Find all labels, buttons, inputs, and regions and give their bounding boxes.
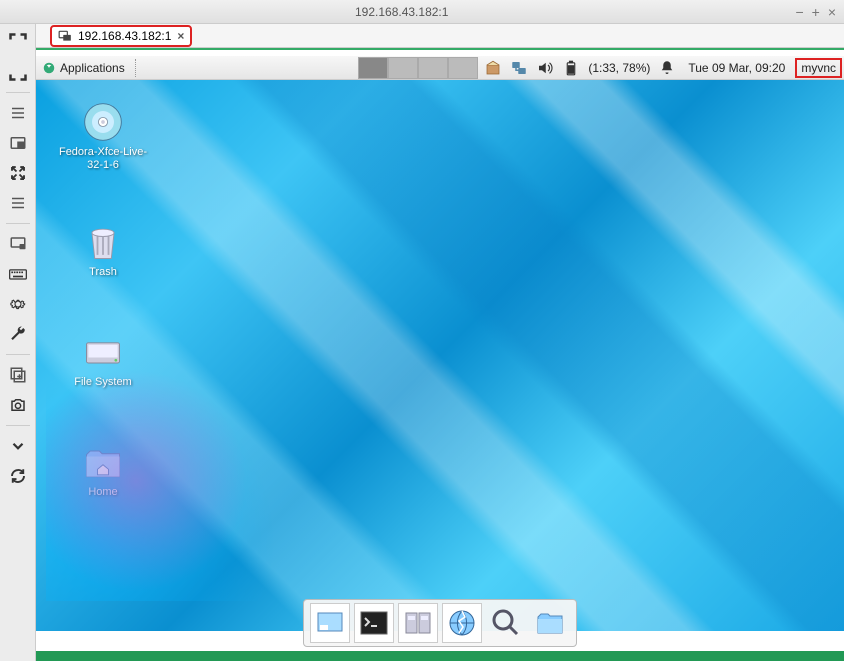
minimize-button[interactable]: − — [795, 4, 803, 20]
expand-icon[interactable] — [4, 159, 32, 187]
maximize-button[interactable]: + — [812, 4, 820, 20]
volume-icon[interactable] — [536, 59, 554, 77]
username-label: myvnc — [801, 61, 836, 75]
window-titlebar: 192.168.43.182:1 − + × — [0, 0, 844, 24]
camera-icon[interactable] — [4, 391, 32, 419]
desktop-icon-label: File System — [74, 376, 131, 389]
drive-icon — [81, 330, 125, 374]
wrench-icon[interactable] — [4, 320, 32, 348]
tab-label: 192.168.43.182:1 — [78, 29, 171, 43]
battery-icon[interactable] — [562, 59, 580, 77]
notification-bell-icon[interactable] — [658, 59, 676, 77]
xfce-dock — [303, 599, 577, 647]
remote-viewport: Applications (1:33, 78%) Tue 09 Mar, 09:… — [36, 50, 844, 651]
close-button[interactable]: × — [828, 4, 836, 20]
fullscreen-corners-bl[interactable] — [4, 58, 32, 86]
window-controls: − + × — [795, 4, 836, 20]
disc-icon — [81, 100, 125, 144]
battery-text: (1:33, 78%) — [588, 61, 650, 75]
menu-icon[interactable] — [4, 99, 32, 127]
dock-app-finder[interactable] — [486, 603, 526, 643]
xfce-logo-icon — [42, 61, 56, 75]
system-tray: (1:33, 78%) Tue 09 Mar, 09:20 — [478, 59, 795, 77]
desktop-icon-fedora-disc[interactable]: Fedora-Xfce-Live-32-1-6 — [58, 100, 148, 172]
vnc-icon — [58, 29, 72, 43]
connection-tab[interactable]: 192.168.43.182:1 × — [50, 25, 192, 47]
workspace-2[interactable] — [388, 57, 418, 79]
dock-web-browser[interactable] — [442, 603, 482, 643]
desktop-icon-label: Trash — [89, 266, 117, 279]
tab-close-button[interactable]: × — [177, 29, 184, 43]
menu-icon-2[interactable] — [4, 189, 32, 217]
folder-home-icon — [81, 440, 125, 484]
network-icon[interactable] — [510, 59, 528, 77]
desktop-icon-trash[interactable]: Trash — [58, 220, 148, 279]
user-menu[interactable]: myvnc — [795, 58, 842, 78]
connection-tabbar: 192.168.43.182:1 × — [36, 24, 844, 48]
applications-menu[interactable]: Applications — [36, 61, 131, 75]
desktop-icon-label: Home — [88, 486, 117, 499]
dock-show-desktop[interactable] — [310, 603, 350, 643]
gear-icon[interactable] — [4, 290, 32, 318]
workspace-1[interactable] — [358, 57, 388, 79]
window-title: 192.168.43.182:1 — [8, 5, 795, 19]
trash-icon — [81, 220, 125, 264]
workspace-switcher[interactable] — [358, 57, 478, 79]
package-update-icon[interactable] — [484, 59, 502, 77]
refresh-icon[interactable] — [4, 462, 32, 490]
workspace-3[interactable] — [418, 57, 448, 79]
desktop-icon-label: Fedora-Xfce-Live-32-1-6 — [58, 146, 148, 172]
dock-folder[interactable] — [530, 603, 570, 643]
workspace-4[interactable] — [448, 57, 478, 79]
clock[interactable]: Tue 09 Mar, 09:20 — [684, 61, 789, 75]
xfce-top-panel: Applications (1:33, 78%) Tue 09 Mar, 09:… — [36, 56, 844, 80]
viewer-sidebar — [0, 24, 36, 661]
monitor-icon[interactable] — [4, 230, 32, 258]
add-layer-icon[interactable] — [4, 361, 32, 389]
picture-in-picture-icon[interactable] — [4, 129, 32, 157]
applications-label: Applications — [60, 61, 125, 75]
chevron-down-icon[interactable] — [4, 432, 32, 460]
host-wallpaper: Applications (1:33, 78%) Tue 09 Mar, 09:… — [36, 48, 844, 661]
dock-file-manager[interactable] — [398, 603, 438, 643]
remote-desktop[interactable]: Fedora-Xfce-Live-32-1-6 Trash File Syste… — [36, 80, 844, 631]
keyboard-icon[interactable] — [4, 260, 32, 288]
dock-terminal[interactable] — [354, 603, 394, 643]
panel-separator — [135, 59, 141, 77]
fullscreen-corners-tl[interactable] — [4, 28, 32, 56]
desktop-icon-filesystem[interactable]: File System — [58, 330, 148, 389]
desktop-icon-home[interactable]: Home — [58, 440, 148, 499]
